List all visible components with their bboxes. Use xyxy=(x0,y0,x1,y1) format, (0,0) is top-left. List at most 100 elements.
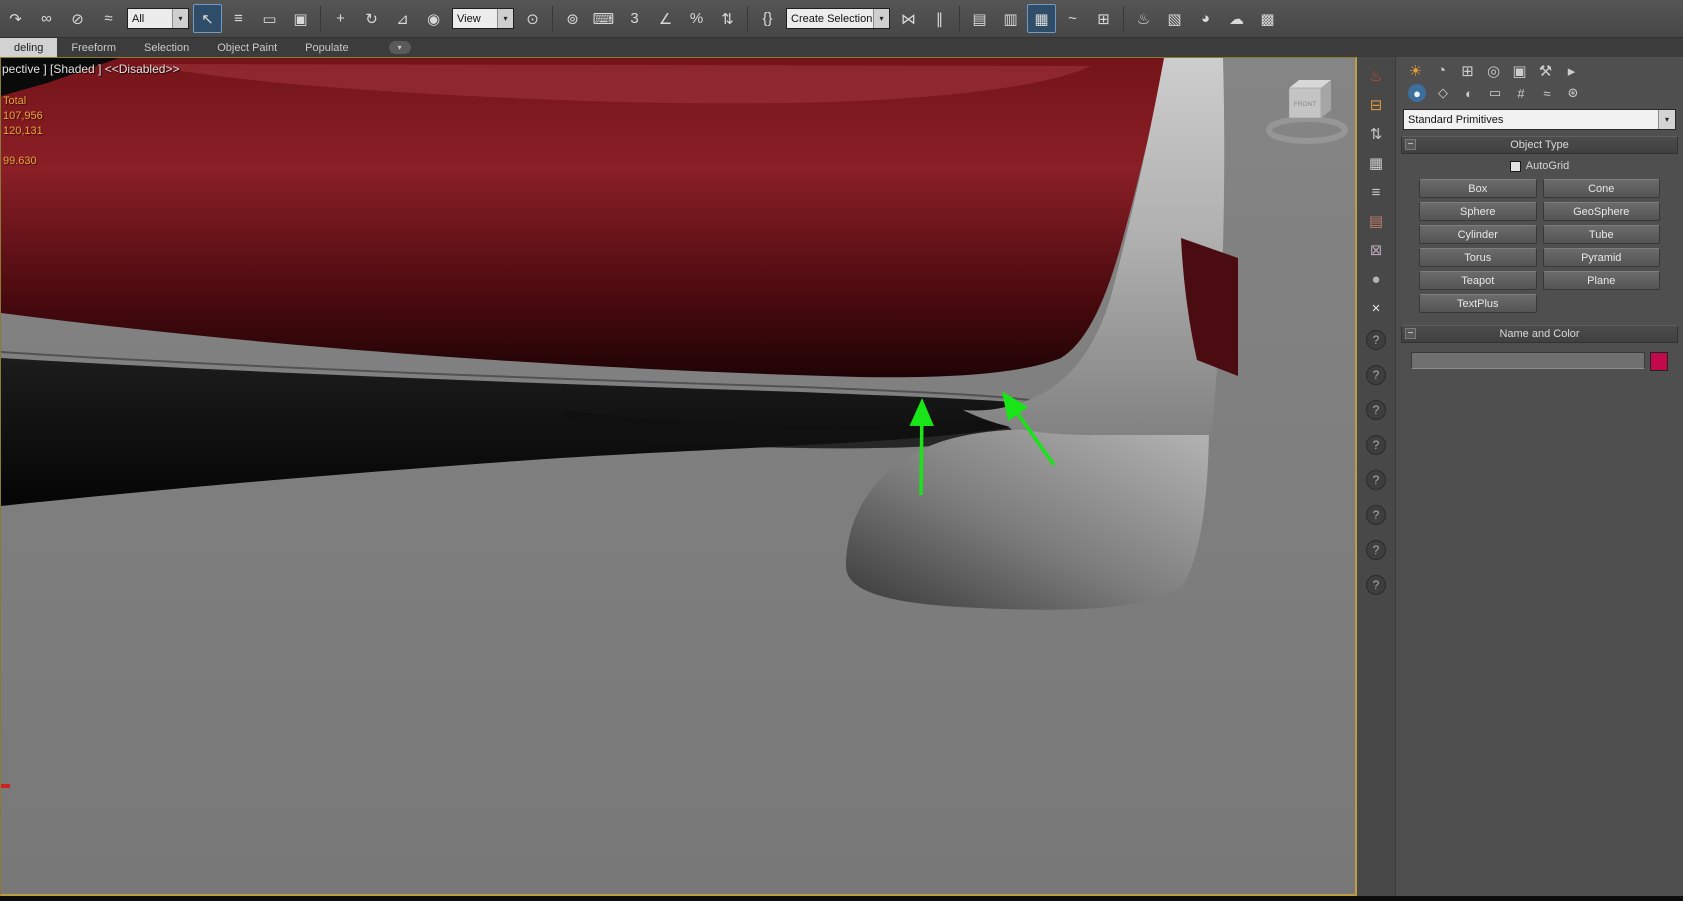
select-and-scale-icon[interactable]: ⊿ xyxy=(388,4,417,33)
help-placeholder-icon[interactable]: ? xyxy=(1366,365,1386,385)
named-selection-sets-icon[interactable]: {} xyxy=(753,4,782,33)
ribbon-minimize-button[interactable]: ▾ xyxy=(388,41,411,54)
textplus-button[interactable]: TextPlus xyxy=(1419,294,1537,313)
close-x-icon[interactable]: × xyxy=(1364,297,1388,319)
torus-button[interactable]: Torus xyxy=(1419,248,1537,267)
selection-set-dropdown[interactable]: Create Selection Se▾ xyxy=(786,8,890,29)
help-placeholder-icon[interactable]: ? xyxy=(1366,505,1386,525)
help-placeholder-icon[interactable]: ? xyxy=(1366,330,1386,350)
rendered-frame-icon[interactable]: ▧ xyxy=(1160,4,1189,33)
tab-hierarchy[interactable]: ⊞ xyxy=(1458,61,1477,80)
select-object-icon[interactable]: ↖ xyxy=(193,4,222,33)
curve-editor-icon[interactable]: ~ xyxy=(1058,4,1087,33)
chevron-down-icon[interactable]: ▾ xyxy=(873,9,889,28)
percent-snap-icon[interactable]: % xyxy=(682,4,711,33)
object-name-input[interactable] xyxy=(1411,352,1645,369)
category-helpers-icon[interactable]: # xyxy=(1512,84,1530,102)
tab-motion[interactable]: ◎ xyxy=(1484,61,1503,80)
teapot-icon[interactable]: ♨ xyxy=(1364,65,1388,87)
material-icon[interactable]: ▤ xyxy=(1364,210,1388,232)
selection-filter-dropdown[interactable]: All ▾ xyxy=(127,8,189,29)
ribbon-toggle-icon[interactable]: ▦ xyxy=(1027,4,1056,33)
category-geometry-icon[interactable]: ● xyxy=(1408,84,1426,102)
ribbon-tab-object-paint[interactable]: Object Paint xyxy=(203,38,291,57)
window-crossing-icon[interactable]: ▣ xyxy=(286,4,315,33)
checker-map-icon[interactable]: ▦ xyxy=(1364,152,1388,174)
collapse-minus-icon[interactable]: − xyxy=(1405,139,1416,150)
category-space-warps-icon[interactable]: ≈ xyxy=(1538,84,1556,102)
redo-arrow-icon[interactable]: ↷ xyxy=(1,4,30,33)
viewport-statistics: Total 107,956 120,131 99.630 xyxy=(3,94,43,169)
box-button[interactable]: Box xyxy=(1419,179,1537,198)
geosphere-button[interactable]: GeoSphere xyxy=(1542,202,1660,221)
chevron-down-icon[interactable]: ▾ xyxy=(172,9,188,28)
align-icon[interactable]: ∥ xyxy=(925,4,954,33)
angle-snap-icon[interactable]: ∠ xyxy=(651,4,680,33)
sort-arrows-icon[interactable]: ⇅ xyxy=(1364,123,1388,145)
schematic-view-icon[interactable]: ⊞ xyxy=(1089,4,1118,33)
tab-display[interactable]: ▣ xyxy=(1510,61,1529,80)
ribbon-tab-deling[interactable]: deling xyxy=(0,38,58,57)
package-icon[interactable]: ⊠ xyxy=(1364,239,1388,261)
bind-to-space-warp-icon[interactable]: ≈ xyxy=(94,4,123,33)
keyboard-override-icon[interactable]: ⌨ xyxy=(589,4,618,33)
spinner-snap-icon[interactable]: ⇅ xyxy=(713,4,742,33)
select-and-place-icon[interactable]: ◉ xyxy=(419,4,448,33)
help-placeholder-icon[interactable]: ? xyxy=(1366,540,1386,560)
ribbon-tab-freeform[interactable]: Freeform xyxy=(57,38,130,57)
primitive-class-dropdown[interactable]: Standard Primitives ▾ xyxy=(1403,109,1676,130)
unlink-selection-icon[interactable]: ⊘ xyxy=(63,4,92,33)
ribbon-tab-selection[interactable]: Selection xyxy=(130,38,203,57)
snap-toggle-3d-icon[interactable]: 3 xyxy=(620,4,649,33)
object-color-swatch[interactable] xyxy=(1650,352,1668,371)
select-and-rotate-icon[interactable]: ↻ xyxy=(357,4,386,33)
scene-folder-icon[interactable]: ⊟ xyxy=(1364,94,1388,116)
object-type-rollout-header[interactable]: − Object Type xyxy=(1401,136,1678,154)
name-and-color-rollout-header[interactable]: − Name and Color xyxy=(1401,325,1678,343)
category-shapes-icon[interactable]: ◇ xyxy=(1434,84,1452,102)
teapot-button[interactable]: Teapot xyxy=(1419,271,1537,290)
category-lights-icon[interactable]: ◐ xyxy=(1460,84,1478,102)
layer-stack-icon[interactable]: ≡ xyxy=(1364,181,1388,203)
selection-region-icon[interactable]: ▭ xyxy=(255,4,284,33)
help-placeholder-icon[interactable]: ? xyxy=(1366,470,1386,490)
autogrid-checkbox[interactable] xyxy=(1509,160,1521,172)
cylinder-button[interactable]: Cylinder xyxy=(1419,225,1537,244)
collapse-minus-icon[interactable]: − xyxy=(1405,328,1416,339)
tab-modify[interactable]: ◔ xyxy=(1432,61,1451,80)
help-placeholder-icon[interactable]: ? xyxy=(1366,400,1386,420)
select-by-name-icon[interactable]: ≡ xyxy=(224,4,253,33)
rollout-title: Object Type xyxy=(1510,139,1569,151)
category-systems-icon[interactable]: ⊛ xyxy=(1564,84,1582,102)
panel-overflow-arrow[interactable]: ▸ xyxy=(1562,61,1581,80)
select-and-manipulate-icon[interactable]: ⊚ xyxy=(558,4,587,33)
sphere-icon[interactable]: ● xyxy=(1364,268,1388,290)
perspective-viewport[interactable]: FRONT pective ] [Shaded ] <<Disabled>> T… xyxy=(0,57,1357,896)
chevron-down-icon[interactable]: ▾ xyxy=(1658,110,1675,129)
pyramid-button[interactable]: Pyramid xyxy=(1542,248,1660,267)
layer-explorer-icon[interactable]: ▥ xyxy=(996,4,1025,33)
chevron-down-icon[interactable]: ▾ xyxy=(497,9,513,28)
select-and-link-icon[interactable]: ∞ xyxy=(32,4,61,33)
select-and-move-icon[interactable]: + xyxy=(326,4,355,33)
viewport-label[interactable]: pective ] [Shaded ] <<Disabled>> xyxy=(2,62,179,76)
render-cloud-icon[interactable]: ☁ xyxy=(1222,4,1251,33)
help-placeholder-icon[interactable]: ? xyxy=(1366,435,1386,455)
cone-button[interactable]: Cone xyxy=(1542,179,1660,198)
tab-utilities[interactable]: ⚒ xyxy=(1536,61,1555,80)
mirror-icon[interactable]: ⋈ xyxy=(894,4,923,33)
sphere-button[interactable]: Sphere xyxy=(1419,202,1537,221)
category-cameras-icon[interactable]: ▭ xyxy=(1486,84,1504,102)
render-production-icon[interactable]: ◕ xyxy=(1191,4,1220,33)
ribbon-tab-populate[interactable]: Populate xyxy=(291,38,362,57)
tube-button[interactable]: Tube xyxy=(1542,225,1660,244)
axis-marker xyxy=(1,784,10,788)
render-open-icon[interactable]: ▩ xyxy=(1253,4,1282,33)
reference-coordinate-dropdown[interactable]: View ▾ xyxy=(452,8,514,29)
scene-explorer-icon[interactable]: ▤ xyxy=(965,4,994,33)
help-placeholder-icon[interactable]: ? xyxy=(1366,575,1386,595)
render-setup-icon[interactable]: ♨ xyxy=(1129,4,1158,33)
tab-create[interactable]: ☀ xyxy=(1406,61,1425,80)
plane-button[interactable]: Plane xyxy=(1542,271,1660,290)
use-pivot-point-icon[interactable]: ⊙ xyxy=(518,4,547,33)
